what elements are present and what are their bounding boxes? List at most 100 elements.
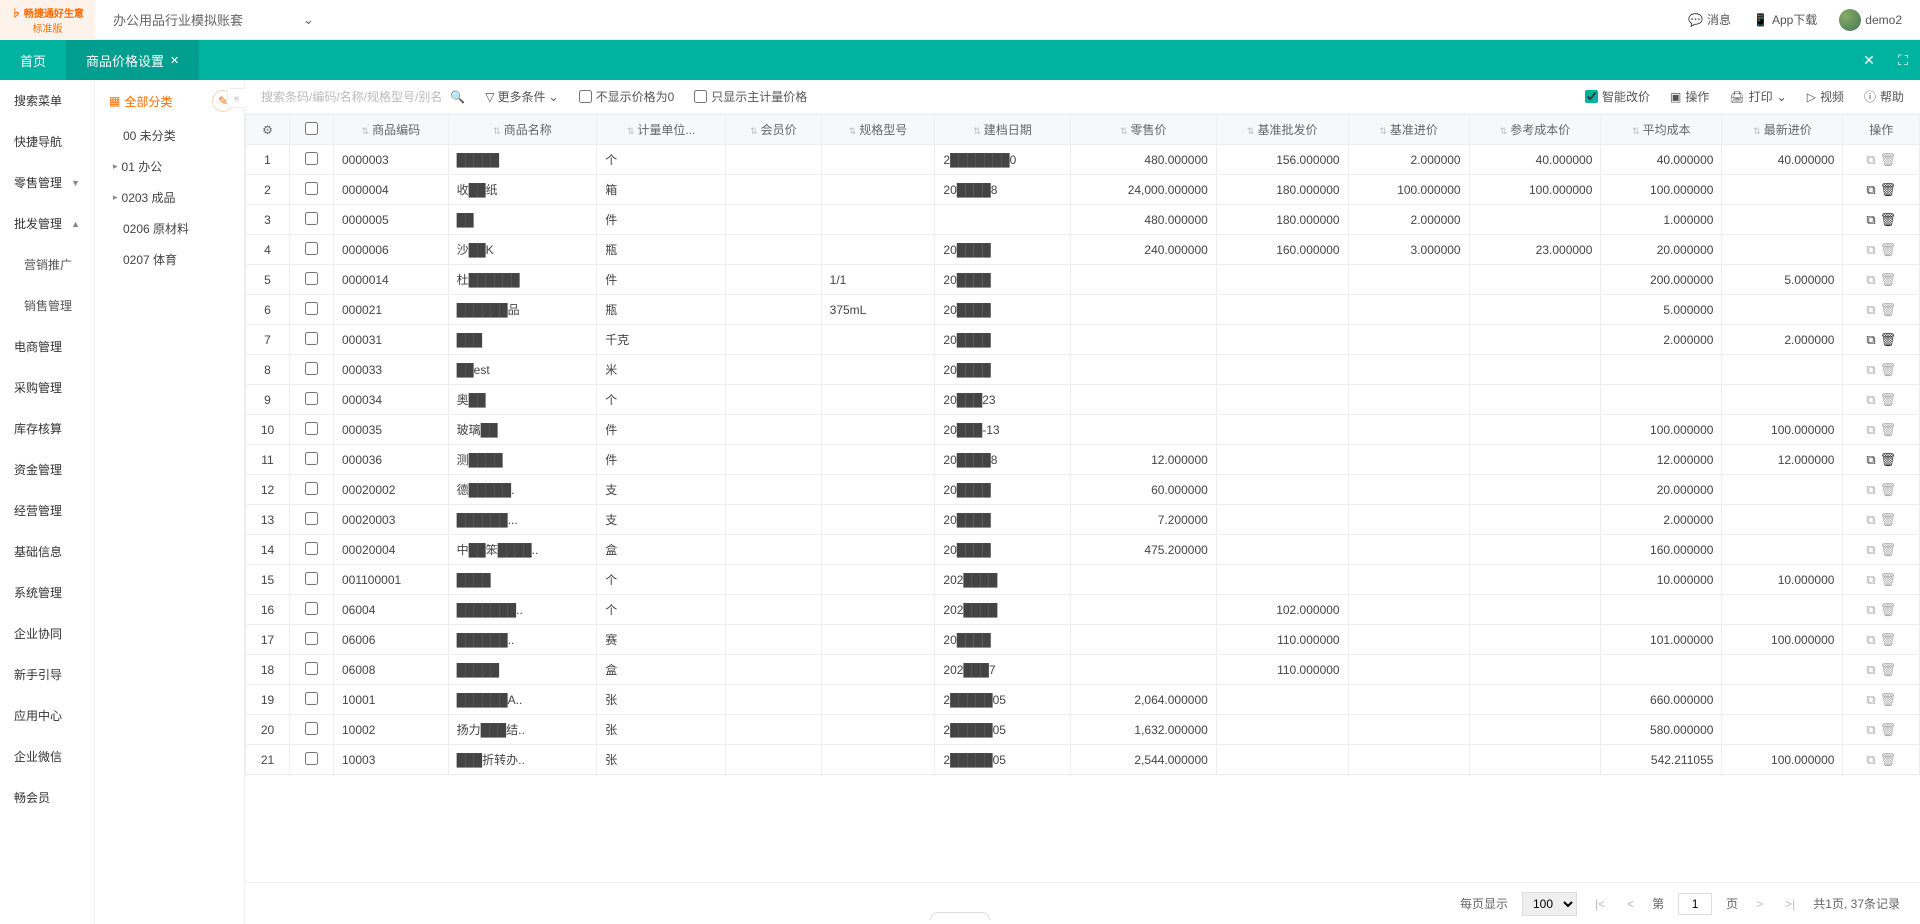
next-page-button[interactable]: >	[1752, 897, 1767, 911]
copy-row-button[interactable]: ⧉	[1866, 392, 1875, 407]
nav-item[interactable]: 系统管理	[0, 572, 94, 613]
column-header[interactable]: ⇅商品名称	[448, 115, 597, 145]
delete-row-button[interactable]: 🗑	[1880, 332, 1897, 347]
row-checkbox[interactable]	[305, 152, 318, 165]
delete-row-button[interactable]: 🗑	[1880, 512, 1897, 527]
table-row[interactable]: 1200020002德█████.支20████60.00000020.0000…	[246, 475, 1920, 505]
first-page-button[interactable]: |<	[1591, 897, 1609, 911]
sort-icon[interactable]: ⇅	[1753, 126, 1761, 136]
table-row[interactable]: 40000006沙██K瓶20████240.000000160.0000003…	[246, 235, 1920, 265]
all-categories-label[interactable]: 全部分类	[124, 93, 172, 110]
copy-row-button[interactable]: ⧉	[1866, 152, 1875, 167]
copy-row-button[interactable]: ⧉	[1866, 692, 1875, 707]
nav-item[interactable]: 新手引导	[0, 654, 94, 695]
category-item[interactable]: 00 未分类	[95, 120, 244, 151]
copy-row-button[interactable]: ⧉	[1866, 482, 1875, 497]
account-select[interactable]: 办公用品行业模拟账套 ⌄	[113, 10, 314, 29]
table-row[interactable]: 1606004███████..个202████102.000000⧉🗑	[246, 595, 1920, 625]
delete-row-button[interactable]: 🗑	[1880, 692, 1897, 707]
table-row[interactable]: 2010002扬力███结..张2█████051,632.000000580.…	[246, 715, 1920, 745]
copy-row-button[interactable]: ⧉	[1866, 572, 1875, 587]
column-header[interactable]: 操作	[1843, 115, 1920, 145]
delete-row-button[interactable]: 🗑	[1880, 542, 1897, 557]
delete-row-button[interactable]: 🗑	[1880, 242, 1897, 257]
column-header[interactable]: ⇅规格型号	[821, 115, 935, 145]
table-row[interactable]: 9000034奥██个20███23⧉🗑	[246, 385, 1920, 415]
nav-item[interactable]: 资金管理	[0, 449, 94, 490]
row-checkbox[interactable]	[305, 752, 318, 765]
nav-item[interactable]: 基础信息	[0, 531, 94, 572]
table-row[interactable]: 1910001██████A..张2█████052,064.000000660…	[246, 685, 1920, 715]
nav-item[interactable]: 采购管理	[0, 367, 94, 408]
nav-item[interactable]: 搜索菜单	[0, 80, 94, 121]
row-checkbox[interactable]	[305, 512, 318, 525]
row-checkbox[interactable]	[305, 692, 318, 705]
delete-row-button[interactable]: 🗑	[1880, 392, 1897, 407]
table-row[interactable]: 8000033██est米20████⧉🗑	[246, 355, 1920, 385]
close-icon[interactable]: ✕	[170, 54, 179, 67]
column-header[interactable]: ⇅参考成本价	[1469, 115, 1601, 145]
nav-item[interactable]: 零售管理▼	[0, 162, 94, 203]
delete-row-button[interactable]: 🗑	[1880, 452, 1897, 467]
row-checkbox[interactable]	[305, 392, 318, 405]
column-header[interactable]: ⇅计量单位...	[597, 115, 726, 145]
copy-row-button[interactable]: ⧉	[1866, 662, 1875, 677]
column-header[interactable]: ⇅平均成本	[1601, 115, 1722, 145]
delete-row-button[interactable]: 🗑	[1880, 752, 1897, 767]
delete-row-button[interactable]: 🗑	[1880, 662, 1897, 677]
nav-item[interactable]: 库存核算	[0, 408, 94, 449]
table-row[interactable]: 50000014杜██████件1/120████200.0000005.000…	[246, 265, 1920, 295]
copy-row-button[interactable]: ⧉	[1866, 722, 1875, 737]
delete-row-button[interactable]: 🗑	[1880, 602, 1897, 617]
page-input[interactable]	[1678, 893, 1712, 915]
sort-icon[interactable]: ⇅	[849, 126, 857, 136]
row-checkbox[interactable]	[305, 182, 318, 195]
category-item[interactable]: 0203 成品	[95, 182, 244, 213]
tab-home[interactable]: 首页	[0, 40, 66, 80]
video-button[interactable]: ▷ 视频	[1807, 88, 1844, 105]
messages-button[interactable]: 💬 消息	[1688, 11, 1731, 28]
category-item[interactable]: 01 办公	[95, 151, 244, 182]
last-page-button[interactable]: >|	[1781, 897, 1799, 911]
fullscreen-button[interactable]: ⛶	[1886, 52, 1920, 69]
row-checkbox[interactable]	[305, 422, 318, 435]
category-item[interactable]: 0206 原材料	[95, 213, 244, 244]
sort-icon[interactable]: ⇅	[750, 126, 758, 136]
column-header[interactable]: ⇅最新进价	[1722, 115, 1843, 145]
table-row[interactable]: 10000035玻璃██件20███-13100.000000100.00000…	[246, 415, 1920, 445]
row-checkbox[interactable]	[305, 542, 318, 555]
only-main-unit-checkbox[interactable]: 只显示主计量价格	[694, 88, 807, 105]
smart-edit-checkbox[interactable]: 智能改价	[1585, 88, 1650, 105]
sort-icon[interactable]: ⇅	[1120, 126, 1128, 136]
column-header[interactable]	[290, 115, 334, 145]
delete-row-button[interactable]: 🗑	[1880, 272, 1897, 287]
per-page-select[interactable]: 100	[1522, 892, 1577, 916]
row-checkbox[interactable]	[305, 602, 318, 615]
nav-item[interactable]: 畅会员	[0, 777, 94, 818]
category-item[interactable]: 0207 体育	[95, 244, 244, 275]
print-button[interactable]: 🖨 打印 ⌄	[1729, 88, 1786, 105]
search-icon[interactable]: 🔍	[450, 90, 465, 104]
prev-page-button[interactable]: <	[1623, 897, 1638, 911]
delete-row-button[interactable]: 🗑	[1880, 632, 1897, 647]
copy-row-button[interactable]: ⧉	[1866, 632, 1875, 647]
delete-row-button[interactable]: 🗑	[1880, 212, 1897, 227]
copy-row-button[interactable]: ⧉	[1866, 272, 1875, 287]
table-row[interactable]: 30000005██件480.000000180.0000002.0000001…	[246, 205, 1920, 235]
table-row[interactable]: 1806008█████盒202███7110.000000⧉🗑	[246, 655, 1920, 685]
delete-row-button[interactable]: 🗑	[1880, 182, 1897, 197]
sort-icon[interactable]: ⇅	[1247, 126, 1255, 136]
table-row[interactable]: 6000021██████品瓶375mL20████5.000000⧉🗑	[246, 295, 1920, 325]
nav-item[interactable]: 应用中心	[0, 695, 94, 736]
row-checkbox[interactable]	[305, 662, 318, 675]
bottom-drawer-handle[interactable]	[930, 912, 990, 920]
more-filters-button[interactable]: ▽ 更多条件 ⌄	[485, 88, 558, 105]
sort-icon[interactable]: ⇅	[1500, 126, 1508, 136]
close-all-tabs-button[interactable]: ✕	[1852, 52, 1886, 69]
copy-row-button[interactable]: ⧉	[1866, 242, 1875, 257]
delete-row-button[interactable]: 🗑	[1880, 572, 1897, 587]
table-scroll[interactable]: ⚙⇅商品编码⇅商品名称⇅计量单位...⇅会员价⇅规格型号⇅建档日期⇅零售价⇅基准…	[245, 114, 1920, 882]
copy-row-button[interactable]: ⧉	[1866, 602, 1875, 617]
column-header[interactable]: ⇅商品编码	[334, 115, 449, 145]
app-download-button[interactable]: 📱 App下载	[1753, 11, 1817, 28]
